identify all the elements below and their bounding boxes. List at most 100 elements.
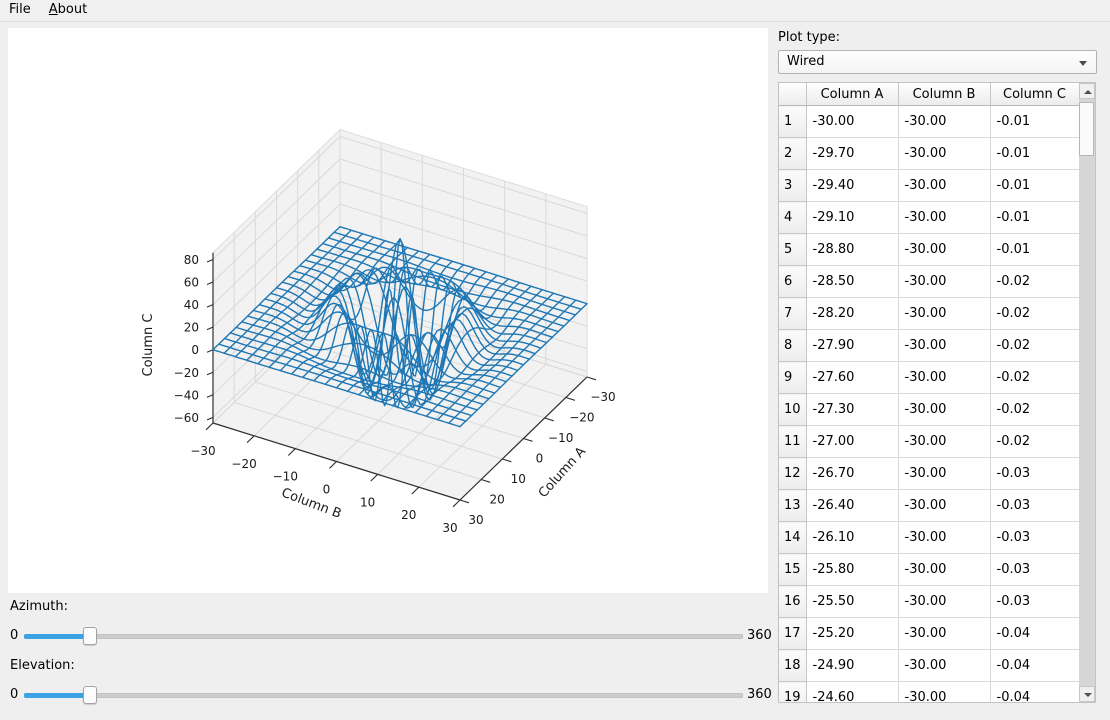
table-cell[interactable]: -30.00 (898, 522, 990, 554)
table-cell[interactable]: -24.90 (806, 650, 898, 682)
table-cell[interactable]: -29.10 (806, 202, 898, 234)
table-cell[interactable]: -26.40 (806, 490, 898, 522)
table-cell[interactable]: -30.00 (898, 234, 990, 266)
table-cell[interactable]: -0.01 (990, 234, 1079, 266)
table-cell[interactable]: -30.00 (898, 586, 990, 618)
row-number[interactable]: 11 (779, 426, 806, 458)
row-number[interactable]: 2 (779, 138, 806, 170)
table-cell[interactable]: -30.00 (898, 138, 990, 170)
row-number[interactable]: 1 (779, 106, 806, 138)
table-cell[interactable]: -0.01 (990, 202, 1079, 234)
table-cell[interactable]: -30.00 (898, 106, 990, 138)
table-cell[interactable]: -25.80 (806, 554, 898, 586)
row-number[interactable]: 7 (779, 298, 806, 330)
table-cell[interactable]: -30.00 (898, 170, 990, 202)
table-cell[interactable]: -30.00 (898, 394, 990, 426)
table-cell[interactable]: -30.00 (898, 554, 990, 586)
table-cell[interactable]: -29.70 (806, 138, 898, 170)
table-cell[interactable]: -30.00 (898, 362, 990, 394)
table-cell[interactable]: -30.00 (898, 266, 990, 298)
table-cell[interactable]: -30.00 (898, 426, 990, 458)
row-number[interactable]: 8 (779, 330, 806, 362)
azimuth-slider[interactable] (24, 634, 743, 639)
table-cell[interactable]: -30.00 (898, 458, 990, 490)
table-cell[interactable]: -0.02 (990, 298, 1079, 330)
table-cell[interactable]: -26.10 (806, 522, 898, 554)
row-number[interactable]: 14 (779, 522, 806, 554)
table-cell[interactable]: -26.70 (806, 458, 898, 490)
table-cell[interactable]: -0.03 (990, 586, 1079, 618)
column-header-c[interactable]: Column C (990, 83, 1079, 106)
table-cell[interactable]: -25.50 (806, 586, 898, 618)
table-cell[interactable]: -24.60 (806, 682, 898, 704)
table-cell[interactable]: -0.03 (990, 490, 1079, 522)
elevation-slider-handle[interactable] (83, 686, 97, 704)
row-number[interactable]: 5 (779, 234, 806, 266)
table-row: 3-29.40-30.00-0.01 (779, 170, 1079, 202)
table-cell[interactable]: -0.03 (990, 554, 1079, 586)
table-cell[interactable]: -30.00 (898, 650, 990, 682)
azimuth-slider-handle[interactable] (83, 627, 97, 645)
table-cell[interactable]: -29.40 (806, 170, 898, 202)
row-number[interactable]: 16 (779, 586, 806, 618)
table-cell[interactable]: -30.00 (898, 298, 990, 330)
table-cell[interactable]: -0.01 (990, 106, 1079, 138)
z-tick-label: −20 (174, 366, 199, 380)
table-cell[interactable]: -0.03 (990, 522, 1079, 554)
table-cell[interactable]: -0.04 (990, 650, 1079, 682)
x-tick-label: 20 (401, 508, 416, 522)
z-tick-label: −40 (174, 388, 199, 402)
table-cell[interactable]: -28.80 (806, 234, 898, 266)
table-cell[interactable]: -0.01 (990, 170, 1079, 202)
table-cell[interactable]: -25.20 (806, 618, 898, 650)
z-tick-label: 20 (184, 321, 199, 335)
azimuth-slider-fill (24, 634, 90, 639)
column-header-a[interactable]: Column A (806, 83, 898, 106)
menu-bar: FileAbout (0, 0, 1110, 22)
menu-item-about[interactable]: About (40, 0, 96, 21)
table-cell[interactable]: -0.02 (990, 362, 1079, 394)
table-cell[interactable]: -0.03 (990, 458, 1079, 490)
table-cell[interactable]: -30.00 (898, 490, 990, 522)
table-cell[interactable]: -30.00 (898, 330, 990, 362)
table-cell[interactable]: -0.02 (990, 330, 1079, 362)
table-cell[interactable]: -0.02 (990, 266, 1079, 298)
row-number[interactable]: 9 (779, 362, 806, 394)
table-cell[interactable]: -28.50 (806, 266, 898, 298)
row-number[interactable]: 15 (779, 554, 806, 586)
table-cell[interactable]: -30.00 (898, 202, 990, 234)
table-cell[interactable]: -0.04 (990, 618, 1079, 650)
plot-type-dropdown[interactable]: Wired (778, 50, 1097, 74)
table-cell[interactable]: -0.04 (990, 682, 1079, 704)
row-number[interactable]: 18 (779, 650, 806, 682)
column-header-b[interactable]: Column B (898, 83, 990, 106)
table-cell[interactable]: -27.00 (806, 426, 898, 458)
row-number[interactable]: 6 (779, 266, 806, 298)
menu-item-file[interactable]: File (0, 0, 40, 21)
table-cell[interactable]: -28.20 (806, 298, 898, 330)
table-cell[interactable]: -0.02 (990, 394, 1079, 426)
table-cell[interactable]: -0.01 (990, 138, 1079, 170)
table-cell[interactable]: -0.02 (990, 426, 1079, 458)
table-cell[interactable]: -27.60 (806, 362, 898, 394)
table-cell[interactable]: -30.00 (806, 106, 898, 138)
table-cell[interactable]: -30.00 (898, 618, 990, 650)
table-cell[interactable]: -27.30 (806, 394, 898, 426)
scrollbar-thumb[interactable] (1079, 102, 1094, 156)
row-number[interactable]: 10 (779, 394, 806, 426)
azimuth-label: Azimuth: (10, 599, 68, 614)
table-cell[interactable]: -27.90 (806, 330, 898, 362)
table-scrollbar[interactable] (1079, 83, 1095, 702)
row-number[interactable]: 3 (779, 170, 806, 202)
z-tick-label: 40 (184, 298, 199, 312)
scrollbar-up-button[interactable] (1079, 83, 1095, 99)
table-header-row: Column A Column B Column C (779, 83, 1079, 106)
table-cell[interactable]: -30.00 (898, 682, 990, 704)
row-number[interactable]: 13 (779, 490, 806, 522)
scrollbar-down-button[interactable] (1079, 686, 1095, 702)
row-number[interactable]: 17 (779, 618, 806, 650)
row-number[interactable]: 12 (779, 458, 806, 490)
row-number[interactable]: 4 (779, 202, 806, 234)
row-number[interactable]: 19 (779, 682, 806, 704)
elevation-slider[interactable] (24, 693, 743, 698)
